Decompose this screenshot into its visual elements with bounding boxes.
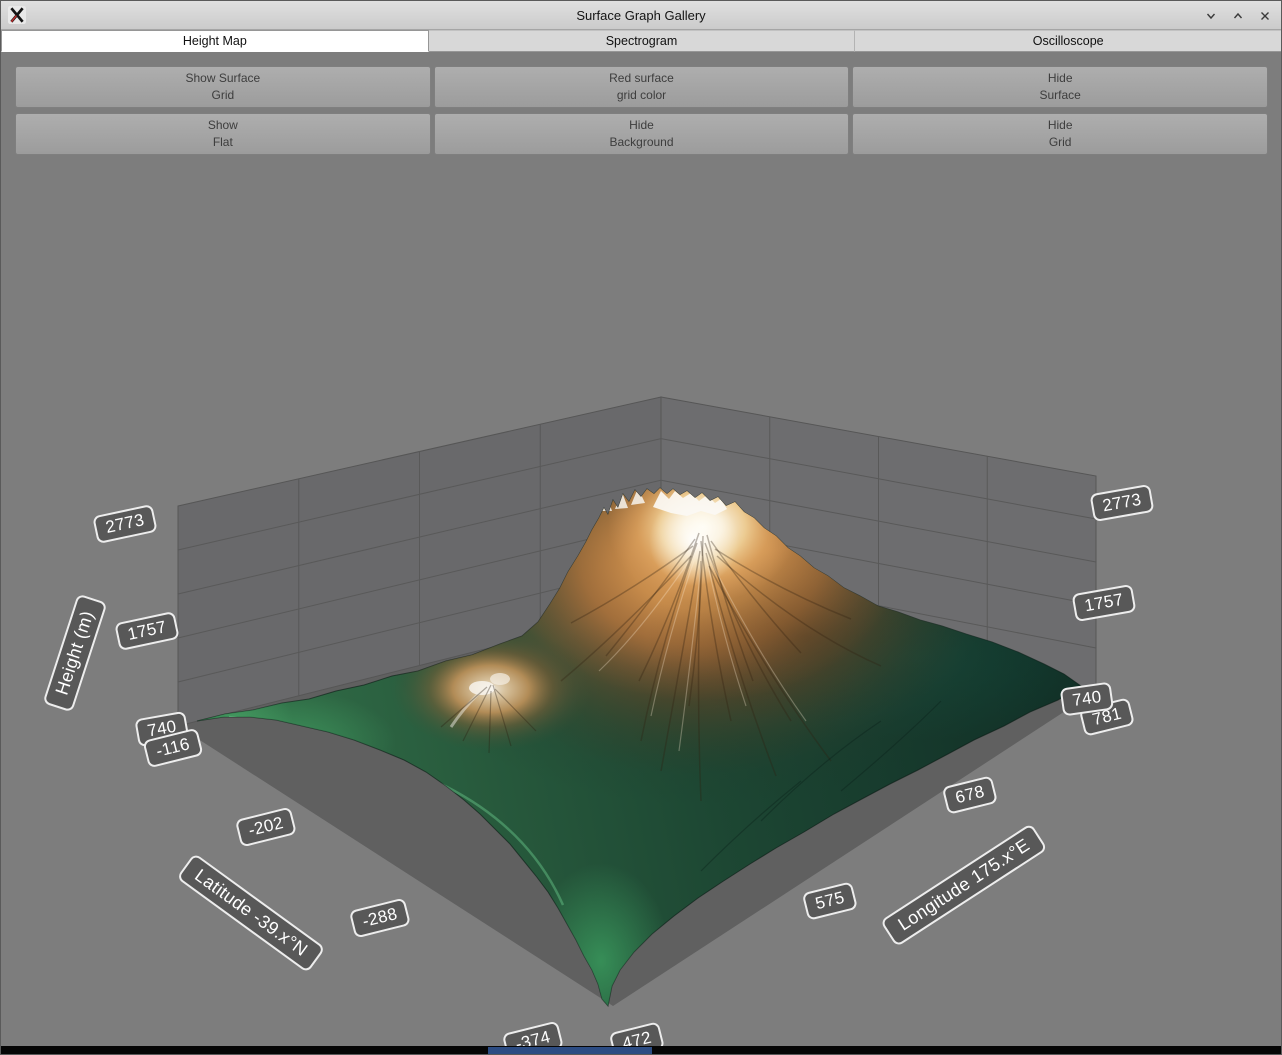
button-label-line2: Surface (1039, 87, 1080, 104)
toolbar: Show Surface Grid Red surface grid color… (15, 66, 1268, 155)
tab-height-map[interactable]: Height Map (1, 30, 429, 52)
button-label-line2: Grid (211, 87, 234, 104)
button-label-line2: Flat (213, 134, 233, 151)
button-label-line1: Hide (1048, 70, 1073, 87)
hide-grid-button[interactable]: Hide Grid (852, 113, 1268, 155)
screen-bottom-strip (1, 1046, 1282, 1054)
app-window: Surface Graph Gallery Height Map Spectro… (0, 0, 1282, 1055)
button-label-line1: Show Surface (185, 70, 260, 87)
hide-surface-button[interactable]: Hide Surface (852, 66, 1268, 108)
show-surface-grid-button[interactable]: Show Surface Grid (15, 66, 431, 108)
tab-spectrogram[interactable]: Spectrogram (429, 30, 856, 52)
hide-background-button[interactable]: Hide Background (434, 113, 850, 155)
red-surface-grid-color-button[interactable]: Red surface grid color (434, 66, 850, 108)
minimize-icon[interactable] (1199, 4, 1222, 27)
button-label-line2: Background (609, 134, 673, 151)
title-bar[interactable]: Surface Graph Gallery (1, 1, 1281, 30)
window-title: Surface Graph Gallery (1, 1, 1281, 30)
tab-oscilloscope[interactable]: Oscilloscope (855, 30, 1281, 52)
window-controls (1199, 4, 1276, 27)
button-label-line2: Grid (1049, 134, 1072, 151)
close-icon[interactable] (1253, 4, 1276, 27)
button-label-line1: Hide (1048, 117, 1073, 134)
button-label-line1: Red surface (609, 70, 674, 87)
maximize-icon[interactable] (1226, 4, 1249, 27)
button-label-line2: grid color (617, 87, 666, 104)
show-flat-button[interactable]: Show Flat (15, 113, 431, 155)
tab-bar: Height Map Spectrogram Oscilloscope (1, 30, 1281, 52)
surface-3d-view[interactable]: 2773 1757 740 Height (m) -116 -202 -288 … (1, 161, 1282, 1048)
taskbar-highlight (488, 1047, 652, 1054)
button-label-line1: Show (208, 117, 238, 134)
button-label-line1: Hide (629, 117, 654, 134)
